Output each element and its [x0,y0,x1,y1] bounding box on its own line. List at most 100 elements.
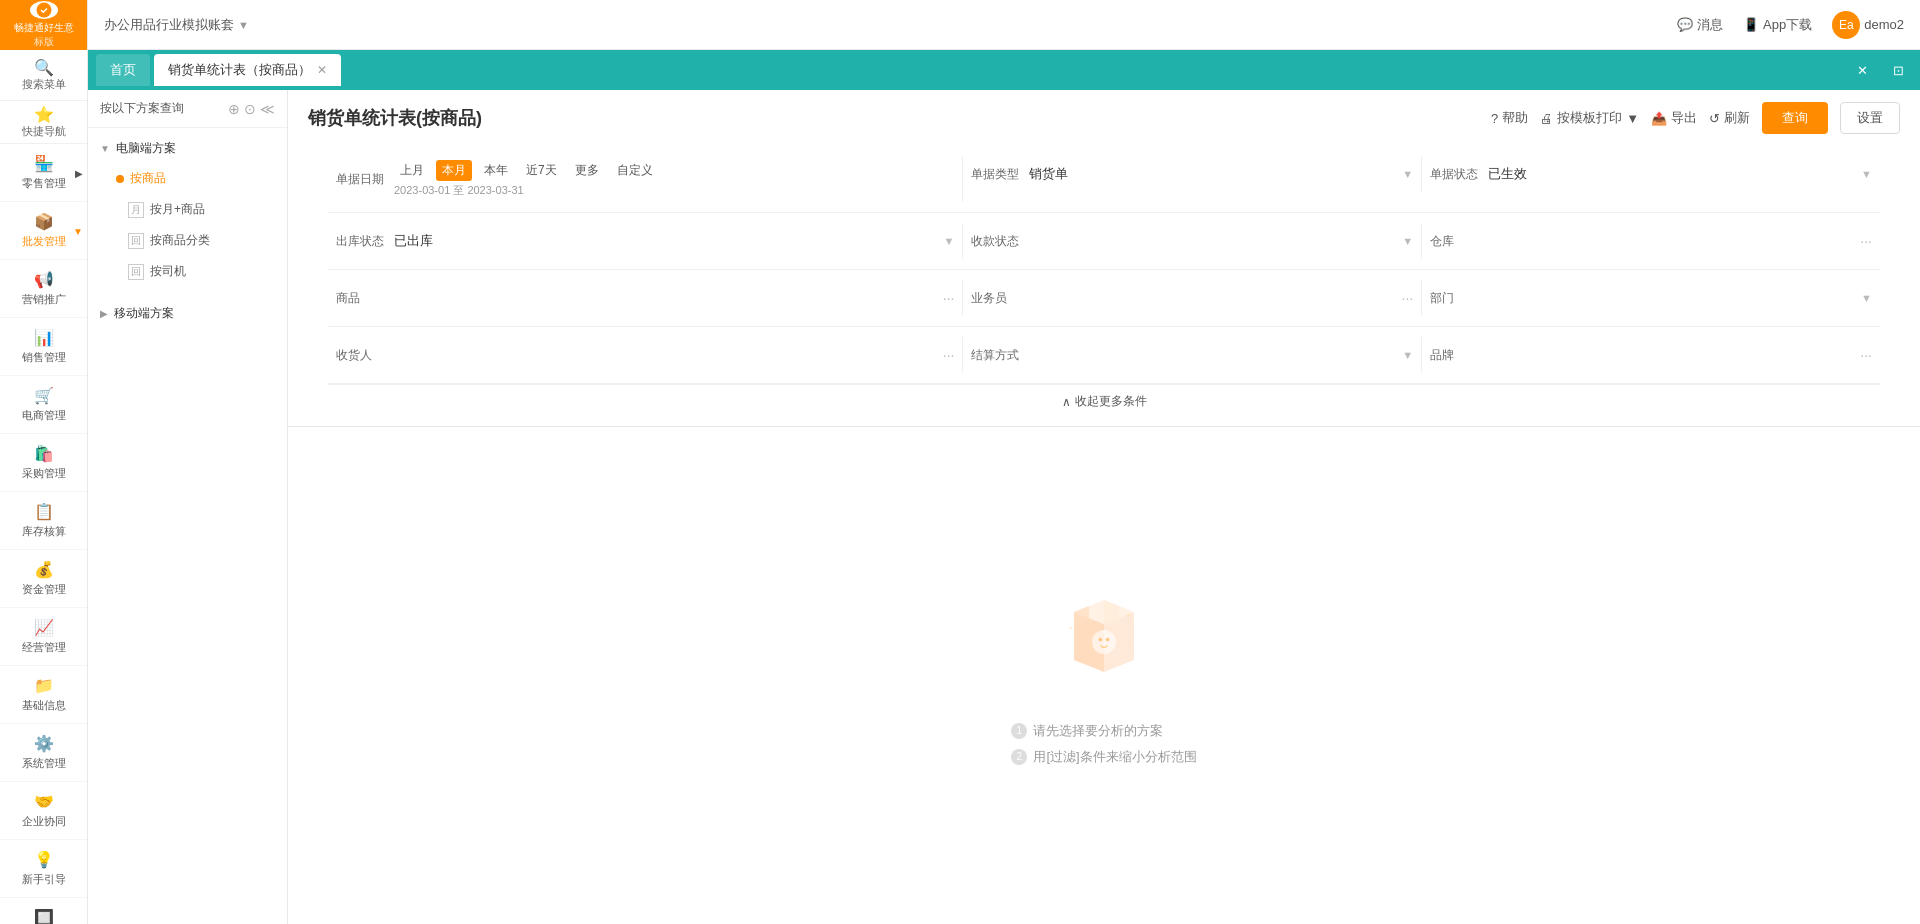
status-label: 单据状态 [1430,166,1480,183]
step-1-text: 请先选择要分析的方案 [1033,718,1163,744]
page-title: 销货单统计表(按商品) [308,106,482,130]
system-icon: ⚙️ [34,734,54,753]
message-btn[interactable]: 💬 消息 [1677,16,1723,34]
recipient-dots-icon[interactable]: ··· [943,347,955,363]
scheme-item-by-category[interactable]: 回 按商品分类 [88,225,287,256]
date-custom[interactable]: 自定义 [611,160,659,181]
sidebar-item-basic[interactable]: 📁 基础信息 [0,666,87,724]
status-select[interactable]: 已生效 ▼ [1488,165,1872,183]
tab-home[interactable]: 首页 [96,54,150,86]
sidebar-item-ecommerce[interactable]: 🛒 电商管理 [0,376,87,434]
print-icon: 🖨 [1540,111,1553,126]
warehouse-dots-icon[interactable]: ··· [1860,233,1872,249]
date-last-month[interactable]: 上月 [394,160,430,181]
settings-button[interactable]: 设置 [1840,102,1900,134]
dept-select[interactable]: ▼ [1488,292,1872,304]
by-category-label: 按商品分类 [150,232,210,249]
sidebar-item-purchase[interactable]: 🛍️ 采购管理 [0,434,87,492]
close-window-btn[interactable]: ✕ [1848,56,1876,84]
sidebar-item-finance[interactable]: 💰 资金管理 [0,550,87,608]
brand-dots-icon[interactable]: ··· [1860,347,1872,363]
warehouse-status-label: 出库状态 [336,233,386,250]
sidebar-item-apps[interactable]: 🔲 应用中心 [0,898,87,924]
date-this-month[interactable]: 本月 [436,160,472,181]
sidebar-nav-label: 快捷导航 [0,124,87,139]
empty-step-2: 2 用[过滤]条件来缩小分析范围 [1011,744,1196,770]
sidebar-item-operations[interactable]: 📈 经营管理 [0,608,87,666]
product-dots-icon[interactable]: ··· [943,290,955,306]
scheme-mobile-header[interactable]: ▶ 移动端方案 [88,299,287,328]
payment-select[interactable]: ▼ [1029,235,1413,247]
date-more[interactable]: 更多 [569,160,605,181]
salesman-dots-icon[interactable]: ··· [1402,290,1414,306]
warehouse-status-select[interactable]: 已出库 ▼ [394,232,954,250]
help-btn[interactable]: ? 帮助 [1491,109,1528,127]
sidebar-item-system[interactable]: ⚙️ 系统管理 [0,724,87,782]
tab-sales-report[interactable]: 销货单统计表（按商品） ✕ [154,54,341,86]
download-icon: 📱 [1743,17,1759,32]
svg-point-0 [36,3,51,18]
warehouse-status-dropdown-icon: ▼ [944,235,955,247]
date-this-year[interactable]: 本年 [478,160,514,181]
desktop-expand-icon: ▼ [100,143,110,154]
by-month-label: 按月+商品 [150,201,205,218]
scheme-header: 按以下方案查询 ⊕ ⊙ ≪ [88,90,287,128]
sidebar-item-cooperation[interactable]: 🤝 企业协同 [0,782,87,840]
date-7days[interactable]: 近7天 [520,160,563,181]
topbar-right: 💬 消息 📱 App下载 Ea demo2 [1677,11,1904,39]
user-menu[interactable]: Ea demo2 [1832,11,1904,39]
scheme-item-by-driver[interactable]: 回 按司机 [88,256,287,287]
svg-point-6 [1092,630,1116,654]
logo-icon [30,1,58,19]
collapse-icon: ∧ [1062,395,1071,409]
account-selector[interactable]: 办公用品行业模拟账套 ▼ [104,16,249,34]
svg-text:✦: ✦ [1125,610,1132,620]
sidebar-item-sales[interactable]: 📊 销售管理 [0,318,87,376]
scheme-collapse-icon[interactable]: ≪ [260,101,275,117]
svg-text:✦: ✦ [1128,641,1132,646]
settlement-dropdown-icon: ▼ [1402,349,1413,361]
sidebar-item-quick-nav[interactable]: ⭐ 快捷导航 [0,101,87,144]
scheme-item-by-product[interactable]: 按商品 [88,163,287,194]
collapse-bar[interactable]: ∧ 收起更多条件 [328,384,1880,418]
page-header-top: 销货单统计表(按商品) ? 帮助 🖨 按模板打印 ▼ 📤 [308,102,1900,134]
sidebar-item-retail[interactable]: 🏪 零售管理 ▶ [0,144,87,202]
date-shortcuts: 上月 本月 本年 近7天 更多 自定义 [394,160,954,181]
svg-marker-5 [1104,600,1119,624]
export-icon: 📤 [1651,111,1667,126]
scheme-desktop-header[interactable]: ▼ 电脑端方案 [88,134,287,163]
scheme-item-by-month-product[interactable]: 月 按月+商品 [88,194,287,225]
maximize-btn[interactable]: ⊡ [1884,56,1912,84]
sales-icon: 📊 [34,328,54,347]
desktop-label: 电脑端方案 [116,140,176,157]
scheme-title: 按以下方案查询 [100,100,184,117]
sidebar-item-inventory[interactable]: 📋 库存核算 [0,492,87,550]
salesman-label: 业务员 [971,290,1021,307]
query-button[interactable]: 查询 [1762,102,1828,134]
finance-icon: 💰 [34,560,54,579]
sidebar-item-wholesale[interactable]: 📦 批发管理 ▼ [0,202,87,260]
type-select[interactable]: 销货单 ▼ [1029,165,1413,183]
print-btn[interactable]: 🖨 按模板打印 ▼ [1540,109,1639,127]
dept-dropdown-icon: ▼ [1861,292,1872,304]
refresh-btn[interactable]: ↺ 刷新 [1709,109,1750,127]
sidebar-subtitle: 标版 [34,35,54,49]
empty-steps: 1 请先选择要分析的方案 2 用[过滤]条件来缩小分析范围 [1011,718,1196,770]
app-download-btn[interactable]: 📱 App下载 [1743,16,1812,34]
main-panel: 销货单统计表(按商品) ? 帮助 🖨 按模板打印 ▼ 📤 [288,90,1920,924]
message-label: 消息 [1697,16,1723,34]
sidebar-item-search[interactable]: 🔍 搜索菜单 [0,50,87,101]
sidebar-item-cooperation-label: 企业协同 [22,814,66,829]
tabbar: 首页 销货单统计表（按商品） ✕ ✕ ⊡ [88,50,1920,90]
print-label: 按模板打印 [1557,109,1622,127]
filter-warehouse-status-cell: 出库状态 已出库 ▼ [328,223,963,259]
export-btn[interactable]: 📤 导出 [1651,109,1697,127]
sidebar-item-guide[interactable]: 💡 新手引导 [0,840,87,898]
scheme-add-icon[interactable]: ⊕ [228,101,240,117]
scheme-settings-icon[interactable]: ⊙ [244,101,256,117]
tab-close-icon[interactable]: ✕ [317,63,327,77]
sidebar-search-label: 搜索菜单 [0,77,87,92]
settlement-select[interactable]: ▼ [1029,349,1413,361]
sidebar-item-marketing[interactable]: 📢 营销推广 [0,260,87,318]
collapse-label: 收起更多条件 [1075,393,1147,410]
